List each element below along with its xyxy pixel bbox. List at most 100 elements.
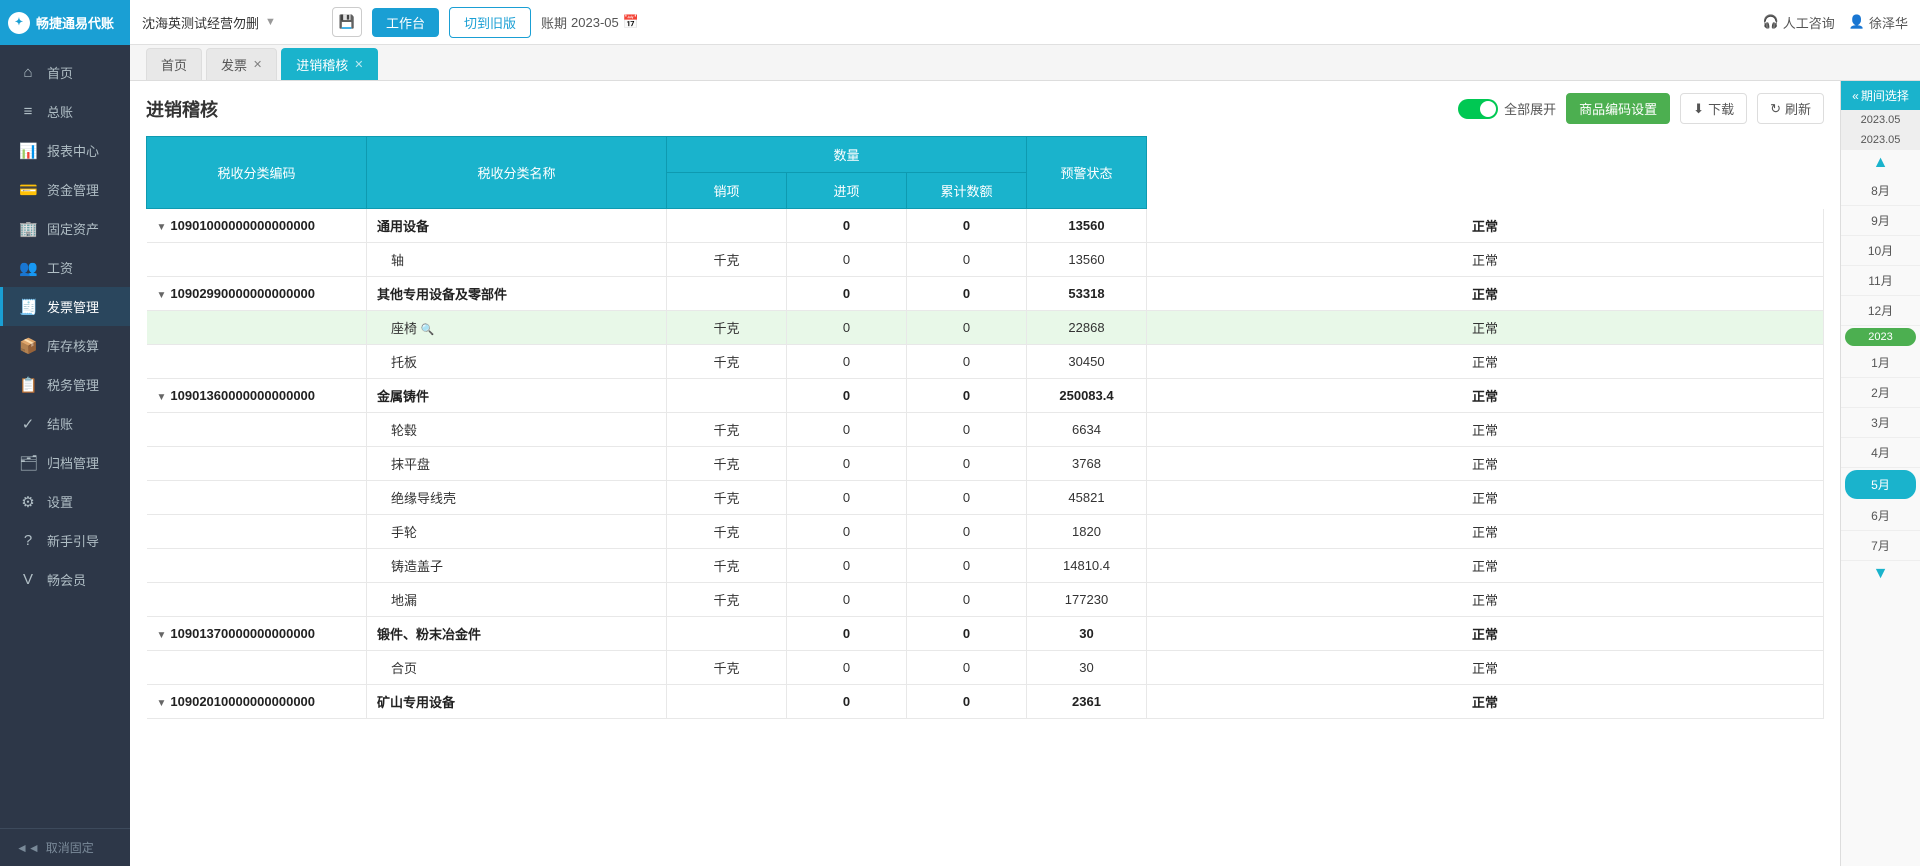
sidebar-item-reports[interactable]: 📊 报表中心 bbox=[0, 131, 130, 170]
tax-name-cell: 金属铸件 bbox=[367, 379, 667, 413]
sidebar-item-settlement[interactable]: ✓ 结账 bbox=[0, 404, 130, 443]
period-header[interactable]: « 期间选择 bbox=[1841, 81, 1920, 110]
settlement-icon: ✓ bbox=[19, 415, 37, 433]
table-row: 抹平盘 千克 0 0 3768 正常 bbox=[147, 447, 1824, 481]
table-row: 手轮 千克 0 0 1820 正常 bbox=[147, 515, 1824, 549]
tax-name-cell: 座椅 🔍 bbox=[367, 311, 667, 345]
tab-首页[interactable]: 首页 bbox=[146, 48, 202, 80]
table-row: ▼10902990000000000000 其他专用设备及零部件 0 0 533… bbox=[147, 277, 1824, 311]
period-month-item[interactable]: 2月 bbox=[1841, 378, 1920, 408]
company-selector[interactable]: 沈海英测试经营勿删 ▼ bbox=[142, 13, 322, 32]
expand-label: 全部展开 bbox=[1504, 99, 1556, 118]
period-month-item[interactable]: 3月 bbox=[1841, 408, 1920, 438]
total-cell: 6634 bbox=[1027, 413, 1147, 447]
status-cell: 正常 bbox=[1147, 311, 1824, 345]
sale-qty-cell: 0 bbox=[787, 311, 907, 345]
user-info[interactable]: 👤 徐泽华 bbox=[1849, 13, 1908, 32]
status-cell: 正常 bbox=[1147, 651, 1824, 685]
period-months-list: 8月9月10月11月12月 2023 1月2月3月4月5月6月7月 bbox=[1841, 176, 1920, 561]
member-icon: V bbox=[19, 571, 37, 588]
table-row: 轴 千克 0 0 13560 正常 bbox=[147, 243, 1824, 277]
tax-name-cell: 铸造盖子 bbox=[367, 549, 667, 583]
tab-close-icon[interactable]: ✕ bbox=[354, 58, 363, 71]
purchase-qty-cell: 0 bbox=[907, 447, 1027, 481]
tax-code-cell: ▼10902990000000000000 bbox=[147, 277, 367, 311]
sidebar-item-tax[interactable]: 📋 税务管理 bbox=[0, 365, 130, 404]
app-logo: ✦ 畅捷通易代账 bbox=[0, 0, 130, 45]
period-month-item[interactable]: 5月 bbox=[1845, 470, 1916, 499]
period-scroll-down[interactable]: ▼ bbox=[1841, 561, 1920, 587]
sidebar-item-label-settlement: 结账 bbox=[47, 414, 73, 433]
tab-进销稽核[interactable]: 进销稽核✕ bbox=[281, 48, 378, 80]
tab-label: 发票 bbox=[221, 55, 247, 74]
sidebar-item-invoice[interactable]: 🧾 发票管理 bbox=[0, 287, 130, 326]
sale-qty-cell: 0 bbox=[787, 413, 907, 447]
collapse-arrow-icon[interactable]: ▼ bbox=[157, 630, 167, 641]
tax-name-cell: 矿山专用设备 bbox=[367, 685, 667, 719]
sidebar-item-member[interactable]: V 畅会员 bbox=[0, 560, 130, 599]
collapse-arrow-icon[interactable]: ▼ bbox=[157, 392, 167, 403]
topbar: 沈海英测试经营勿删 ▼ 💾 工作台 切到旧版 账期 2023-05 📅 🎧 人工… bbox=[130, 0, 1920, 45]
page-title: 进销稽核 bbox=[146, 96, 218, 122]
support-btn[interactable]: 🎧 人工咨询 bbox=[1763, 13, 1835, 32]
sidebar-collapse-btn[interactable]: ◄◄ 取消固定 bbox=[0, 828, 130, 866]
total-cell: 30450 bbox=[1027, 345, 1147, 379]
refresh-btn[interactable]: ↻ 刷新 bbox=[1757, 93, 1824, 124]
sidebar-item-assets[interactable]: 🏢 固定资产 bbox=[0, 209, 130, 248]
tab-close-icon[interactable]: ✕ bbox=[253, 58, 262, 71]
sidebar-item-guide[interactable]: ? 新手引导 bbox=[0, 521, 130, 560]
sidebar-item-home[interactable]: ⌂ 首页 bbox=[0, 53, 130, 92]
table-row: 铸造盖子 千克 0 0 14810.4 正常 bbox=[147, 549, 1824, 583]
period-month-item[interactable]: 4月 bbox=[1841, 438, 1920, 468]
period-month-item[interactable]: 8月 bbox=[1841, 176, 1920, 206]
tab-发票[interactable]: 发票 ✕ bbox=[206, 48, 277, 80]
period-month-item[interactable]: 6月 bbox=[1841, 501, 1920, 531]
product-code-btn[interactable]: 商品编码设置 bbox=[1566, 93, 1670, 124]
tax-code-cell: ▼10901370000000000000 bbox=[147, 617, 367, 651]
period-month-item[interactable]: 9月 bbox=[1841, 206, 1920, 236]
sidebar-item-ledger[interactable]: ≡ 总账 bbox=[0, 92, 130, 131]
unit-cell: 千克 bbox=[667, 311, 787, 345]
status-cell: 正常 bbox=[1147, 447, 1824, 481]
search-icon[interactable]: 🔍 bbox=[421, 324, 435, 336]
sidebar-item-settings[interactable]: ⚙ 设置 bbox=[0, 482, 130, 521]
purchase-qty-cell: 0 bbox=[907, 379, 1027, 413]
save-icon-btn[interactable]: 💾 bbox=[332, 7, 362, 37]
download-btn[interactable]: ⬇ 下载 bbox=[1680, 93, 1747, 124]
tax-code-cell: ▼10902010000000000000 bbox=[147, 685, 367, 719]
topbar-right: 🎧 人工咨询 👤 徐泽华 bbox=[1763, 13, 1908, 32]
switch-version-button[interactable]: 切到旧版 bbox=[449, 7, 531, 38]
purchase-qty-cell: 0 bbox=[907, 209, 1027, 243]
chevron-left-icon: « bbox=[1852, 89, 1859, 103]
collapse-arrow-icon[interactable]: ▼ bbox=[157, 222, 167, 233]
purchase-qty-cell: 0 bbox=[907, 651, 1027, 685]
total-cell: 30 bbox=[1027, 617, 1147, 651]
period-month-item[interactable]: 2023 bbox=[1845, 328, 1916, 346]
tax-name-cell: 抹平盘 bbox=[367, 447, 667, 481]
period-month-item[interactable]: 7月 bbox=[1841, 531, 1920, 561]
unit-cell: 千克 bbox=[667, 413, 787, 447]
expand-toggle[interactable] bbox=[1458, 99, 1498, 119]
collapse-arrow-icon[interactable]: ▼ bbox=[157, 290, 167, 301]
period-month-item[interactable]: 12月 bbox=[1841, 296, 1920, 326]
total-cell: 53318 bbox=[1027, 277, 1147, 311]
period-month-item[interactable]: 10月 bbox=[1841, 236, 1920, 266]
app-name: 畅捷通易代账 bbox=[36, 13, 114, 32]
workspace-button[interactable]: 工作台 bbox=[372, 8, 439, 37]
total-cell: 3768 bbox=[1027, 447, 1147, 481]
tax-code-cell bbox=[147, 413, 367, 447]
th-qty-purchase: 进项 bbox=[787, 173, 907, 209]
status-cell: 正常 bbox=[1147, 379, 1824, 413]
period-month-item[interactable]: 11月 bbox=[1841, 266, 1920, 296]
sidebar-item-payroll[interactable]: 👥 工资 bbox=[0, 248, 130, 287]
table-row: 座椅 🔍 千克 0 0 22868 正常 bbox=[147, 311, 1824, 345]
sidebar-item-archive[interactable]: 🗂 归档管理 bbox=[0, 443, 130, 482]
period-month-item[interactable]: 1月 bbox=[1841, 348, 1920, 378]
sale-qty-cell: 0 bbox=[787, 617, 907, 651]
purchase-qty-cell: 0 bbox=[907, 549, 1027, 583]
collapse-arrow-icon[interactable]: ▼ bbox=[157, 698, 167, 709]
sidebar-item-label-tax: 税务管理 bbox=[47, 375, 99, 394]
period-scroll-up[interactable]: ▲ bbox=[1841, 150, 1920, 176]
sidebar-item-funds[interactable]: 💳 资金管理 bbox=[0, 170, 130, 209]
sidebar-item-inventory[interactable]: 📦 库存核算 bbox=[0, 326, 130, 365]
